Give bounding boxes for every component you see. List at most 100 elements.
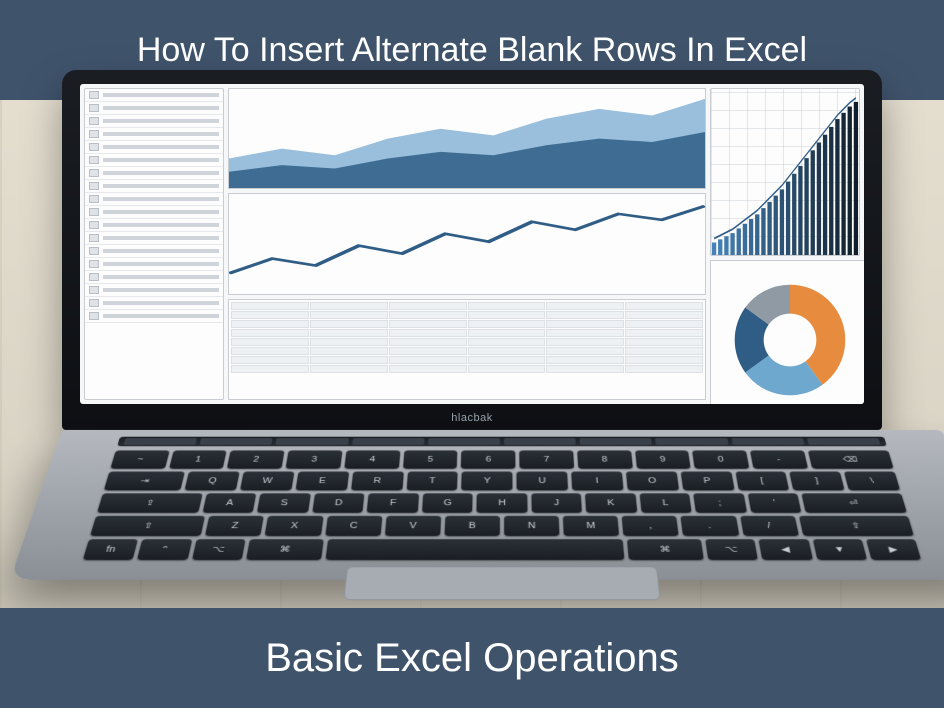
key: N bbox=[504, 516, 559, 536]
donut-chart bbox=[710, 260, 864, 404]
key: Z bbox=[205, 516, 264, 536]
list-item bbox=[85, 115, 223, 128]
list-item bbox=[85, 271, 223, 284]
key: D bbox=[312, 493, 365, 512]
key: E bbox=[295, 471, 348, 490]
list-item bbox=[85, 245, 223, 258]
key: ⇧ bbox=[90, 516, 205, 536]
list-item bbox=[85, 128, 223, 141]
spreadsheet-side-panel bbox=[84, 88, 224, 400]
laptop-brand-label: hlacbak bbox=[451, 412, 492, 424]
key: . bbox=[681, 516, 739, 536]
key: 5 bbox=[403, 450, 458, 468]
list-item bbox=[85, 206, 223, 219]
list-item bbox=[85, 180, 223, 193]
trackpad bbox=[343, 566, 661, 600]
laptop: hlacbak ~ 1 2 3 4 5 6 7 8 9 0 bbox=[62, 70, 882, 630]
list-item bbox=[85, 258, 223, 271]
key: Q bbox=[185, 471, 240, 490]
keyboard: ~ 1 2 3 4 5 6 7 8 9 0 - ⌫ ⇥QWERTYUIOP[]\… bbox=[83, 450, 921, 560]
laptop-screen bbox=[80, 84, 864, 404]
key-space bbox=[325, 539, 624, 560]
key: 0 bbox=[692, 450, 749, 468]
page-subtitle: Basic Excel Operations bbox=[265, 636, 679, 681]
subtitle-banner: Basic Excel Operations bbox=[0, 608, 944, 708]
key: 2 bbox=[227, 450, 284, 468]
key: T bbox=[406, 471, 458, 490]
mini-spreadsheet bbox=[228, 299, 706, 400]
key: ⌘ bbox=[246, 539, 324, 560]
laptop-keyboard-deck: ~ 1 2 3 4 5 6 7 8 9 0 - ⌫ ⇥QWERTYUIOP[]\… bbox=[10, 430, 944, 580]
key: ◀ bbox=[759, 539, 813, 560]
key: ⏎ bbox=[801, 493, 907, 512]
key: R bbox=[351, 471, 404, 490]
key: \ bbox=[844, 471, 900, 490]
key: / bbox=[740, 516, 799, 536]
key: L bbox=[639, 493, 692, 512]
key: G bbox=[422, 493, 473, 512]
main-bar-chart bbox=[710, 88, 860, 256]
list-item bbox=[85, 167, 223, 180]
touchbar bbox=[117, 437, 887, 447]
list-item bbox=[85, 154, 223, 167]
key: 9 bbox=[635, 450, 691, 468]
key: ⌘ bbox=[627, 539, 704, 560]
list-item bbox=[85, 219, 223, 232]
key: ⌃ bbox=[137, 539, 192, 560]
key: - bbox=[750, 450, 808, 468]
key: ; bbox=[693, 493, 746, 512]
key: F bbox=[367, 493, 419, 512]
key: fn bbox=[83, 539, 138, 560]
key: ▶ bbox=[866, 539, 921, 560]
key: I bbox=[571, 471, 623, 490]
key: 1 bbox=[169, 450, 227, 468]
key: S bbox=[257, 493, 310, 512]
key: ~ bbox=[110, 450, 169, 468]
key: ⇧ bbox=[799, 516, 914, 536]
key: , bbox=[622, 516, 679, 536]
key: A bbox=[202, 493, 256, 512]
key: X bbox=[265, 516, 323, 536]
page-title: How To Insert Alternate Blank Rows In Ex… bbox=[137, 31, 807, 70]
key: 6 bbox=[461, 450, 515, 468]
key: ⌥ bbox=[191, 539, 245, 560]
key: ' bbox=[747, 493, 801, 512]
key: U bbox=[517, 471, 568, 490]
list-item bbox=[85, 89, 223, 102]
key: 4 bbox=[344, 450, 400, 468]
key: [ bbox=[735, 471, 790, 490]
key: ] bbox=[790, 471, 845, 490]
list-item bbox=[85, 297, 223, 310]
key: H bbox=[477, 493, 528, 512]
sparkline-chart bbox=[228, 193, 706, 294]
key: V bbox=[385, 516, 441, 536]
bottom-chart-row bbox=[710, 260, 860, 400]
key: C bbox=[325, 516, 382, 536]
key: Y bbox=[462, 471, 513, 490]
key: 3 bbox=[286, 450, 343, 468]
key: ⌥ bbox=[705, 539, 758, 560]
key: ▼ bbox=[812, 539, 867, 560]
key: 7 bbox=[519, 450, 574, 468]
hero-scene: hlacbak ~ 1 2 3 4 5 6 7 8 9 0 bbox=[0, 100, 944, 608]
key: B bbox=[444, 516, 499, 536]
list-item bbox=[85, 102, 223, 115]
right-chart-column bbox=[228, 88, 706, 400]
list-item bbox=[85, 232, 223, 245]
key: ⇥ bbox=[104, 471, 185, 490]
key: K bbox=[585, 493, 637, 512]
area-chart bbox=[228, 88, 706, 189]
key: M bbox=[563, 516, 619, 536]
key: 8 bbox=[577, 450, 632, 468]
list-item bbox=[85, 310, 223, 323]
list-item bbox=[85, 284, 223, 297]
list-item bbox=[85, 141, 223, 154]
list-item bbox=[85, 193, 223, 206]
key: J bbox=[531, 493, 582, 512]
key: ⇪ bbox=[97, 493, 203, 512]
key: P bbox=[680, 471, 734, 490]
key: O bbox=[626, 471, 679, 490]
key: W bbox=[240, 471, 294, 490]
laptop-screen-shell: hlacbak bbox=[62, 70, 882, 430]
key-backspace: ⌫ bbox=[808, 450, 894, 468]
